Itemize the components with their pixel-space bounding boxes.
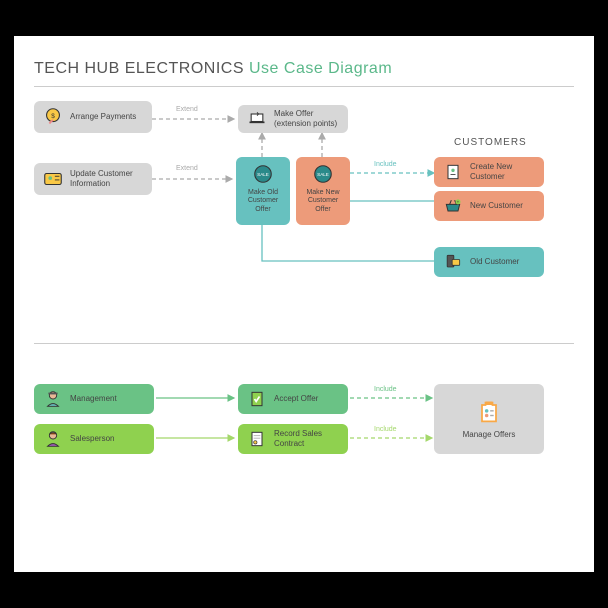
contract-icon [246, 428, 268, 450]
node-make-offer[interactable]: Make Offer (extension points) [238, 105, 348, 133]
extend-label: Extend [176, 165, 198, 172]
include-label: Include [374, 426, 397, 433]
sale-badge-icon: SALE [252, 163, 274, 185]
node-label: Accept Offer [274, 394, 318, 404]
node-label: Make Offer (extension points) [274, 109, 340, 128]
page-title: TECH HUB ELECTRONICS Use Case Diagram [34, 60, 574, 78]
node-accept-offer[interactable]: Accept Offer [238, 384, 348, 414]
node-new-customer[interactable]: + New Customer [434, 191, 544, 221]
id-card-icon [42, 168, 64, 190]
phone-card-icon [442, 251, 464, 273]
node-management[interactable]: Management [34, 384, 154, 414]
node-label: Arrange Payments [70, 112, 136, 122]
node-manage-offers[interactable]: Manage Offers [434, 384, 544, 454]
diagram-canvas-bottom: Management Salesperson Accept Offer Reco… [34, 362, 574, 492]
node-label: Make New Customer Offer [300, 189, 346, 214]
node-label: New Customer [470, 201, 523, 211]
node-update-customer-info[interactable]: Update Customer Information [34, 163, 152, 195]
node-label: Record Sales Contract [274, 429, 340, 448]
document-user-icon [442, 161, 464, 183]
title-sub: Use Case Diagram [249, 60, 392, 77]
salesperson-icon [42, 428, 64, 450]
include-label: Include [374, 386, 397, 393]
node-create-new-customer[interactable]: Create New Customer [434, 157, 544, 187]
node-label: Update Customer Information [70, 169, 144, 188]
extend-label: Extend [176, 106, 198, 113]
node-record-sales[interactable]: Record Sales Contract [238, 424, 348, 454]
diagram-page: TECH HUB ELECTRONICS Use Case Diagram $ … [14, 36, 594, 572]
node-make-new-offer[interactable]: SALE Make New Customer Offer [296, 157, 350, 225]
checkmark-doc-icon [246, 388, 268, 410]
node-label: Make Old Customer Offer [240, 189, 286, 214]
customers-header: CUSTOMERS [454, 137, 527, 148]
node-make-old-offer[interactable]: SALE Make Old Customer Offer [236, 157, 290, 225]
node-old-customer[interactable]: Old Customer [434, 247, 544, 277]
node-arrange-payments[interactable]: $ Arrange Payments [34, 101, 152, 133]
title-main: TECH HUB ELECTRONICS [34, 60, 244, 77]
divider [34, 86, 574, 87]
svg-text:SALE: SALE [257, 172, 269, 177]
node-label: Old Customer [470, 257, 519, 267]
laptop-icon [246, 108, 268, 130]
node-label: Manage Offers [463, 430, 516, 440]
basket-plus-icon: + [442, 195, 464, 217]
payment-icon: $ [42, 106, 64, 128]
include-label: Include [374, 161, 397, 168]
clipboard-icon [475, 398, 503, 426]
node-salesperson[interactable]: Salesperson [34, 424, 154, 454]
manager-person-icon [42, 388, 64, 410]
node-label: Create New Customer [470, 162, 536, 181]
svg-text:$: $ [51, 113, 55, 120]
divider [34, 343, 574, 344]
sale-badge-icon: SALE [312, 163, 334, 185]
node-label: Salesperson [70, 434, 114, 444]
svg-text:SALE: SALE [317, 172, 329, 177]
node-label: Management [70, 394, 117, 404]
diagram-canvas-top: $ Arrange Payments Extend Update Custome… [34, 101, 574, 331]
